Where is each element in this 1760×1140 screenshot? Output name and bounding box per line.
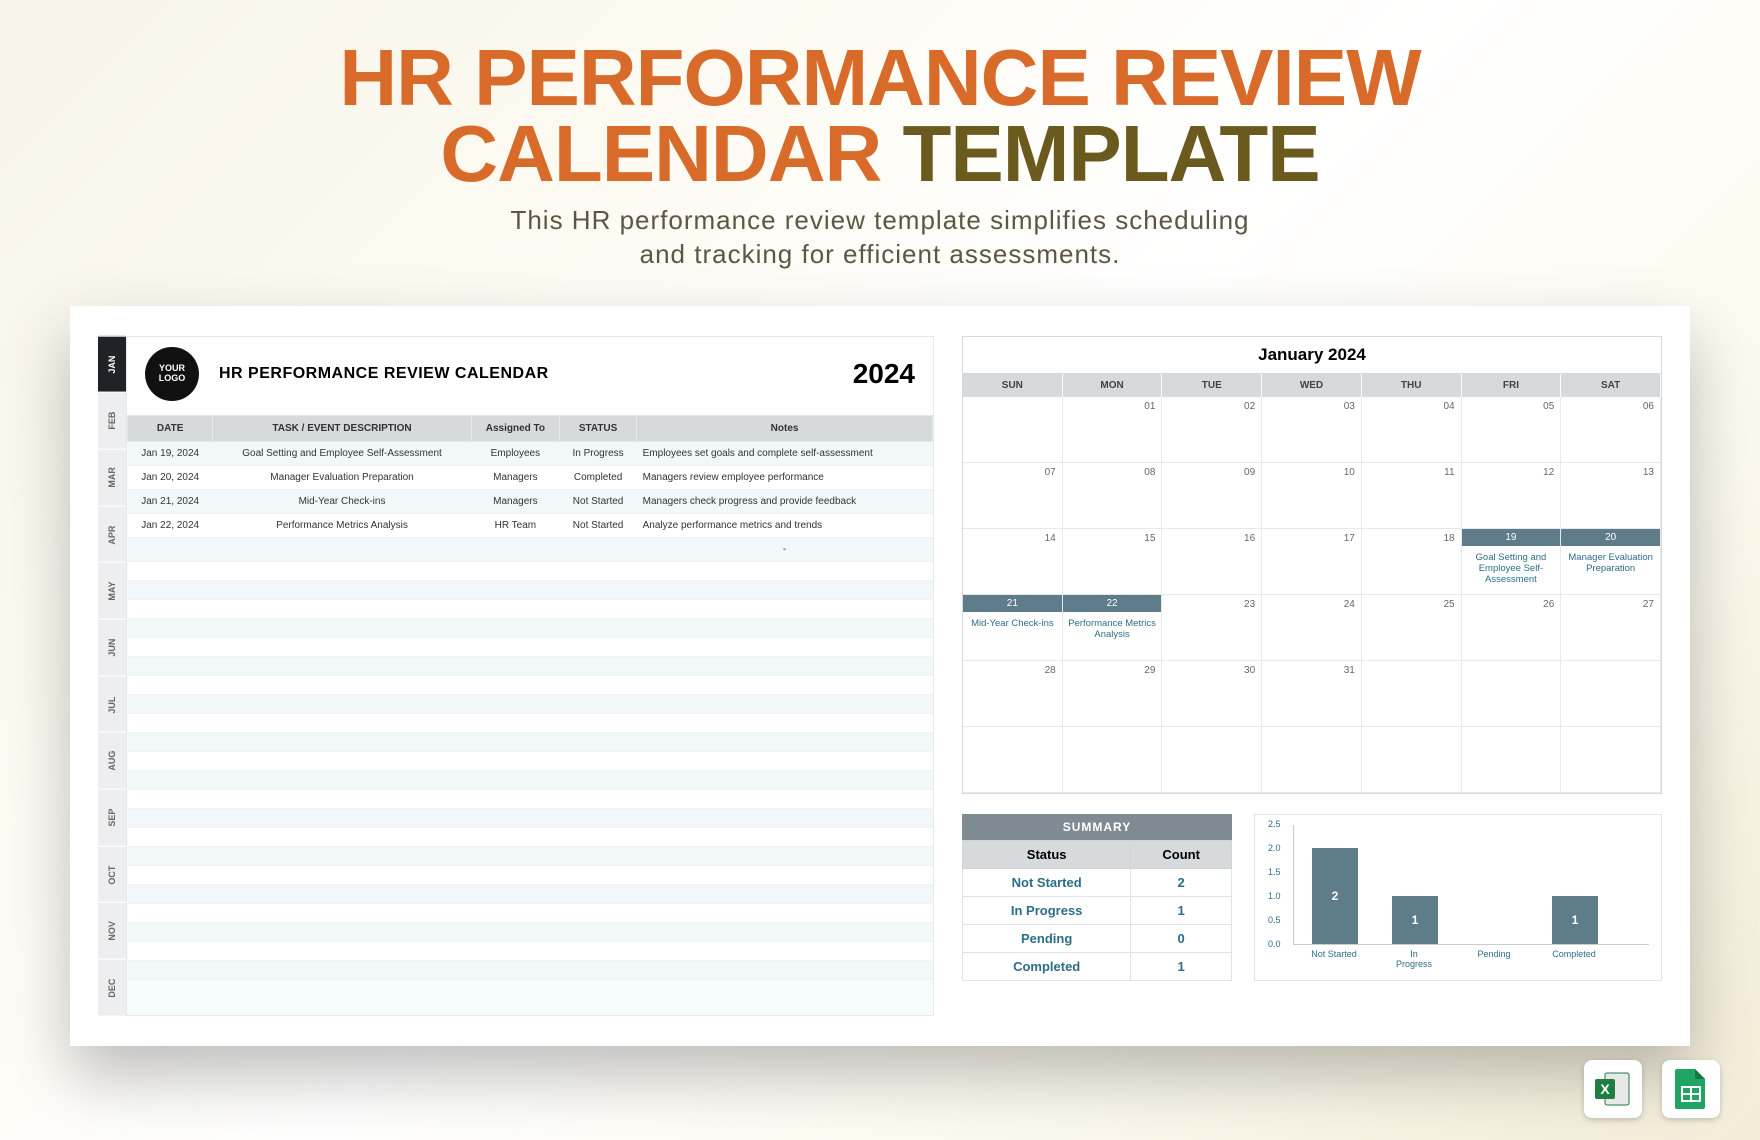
calendar-cell[interactable]: 17 (1262, 529, 1362, 595)
calendar-cell[interactable]: 05 (1462, 397, 1562, 463)
month-tab-aug[interactable]: AUG (98, 732, 126, 789)
calendar-cell[interactable]: 01 (1063, 397, 1163, 463)
task-sheet: JANFEBMARAPRMAYJUNJULAUGSEPOCTNOVDEC YOU… (98, 336, 934, 1016)
calendar-cell[interactable]: 28 (963, 661, 1063, 727)
sheet-title: HR PERFORMANCE REVIEW CALENDAR (219, 365, 549, 383)
calendar: January 2024 SUNMONTUEWEDTHUFRISAT010203… (962, 336, 1662, 794)
calendar-cell[interactable]: 04 (1362, 397, 1462, 463)
month-tab-nov[interactable]: NOV (98, 902, 126, 959)
calendar-cell[interactable] (963, 397, 1063, 463)
calendar-cell[interactable] (1262, 727, 1362, 793)
hero-subtitle: This HR performance review template simp… (70, 204, 1690, 272)
table-row[interactable]: Jan 19, 2024Goal Setting and Employee Se… (128, 441, 933, 465)
summary-row: Not Started2 (963, 868, 1232, 896)
summary-header: SUMMARY (962, 814, 1232, 840)
calendar-cell[interactable]: 25 (1362, 595, 1462, 661)
calendar-cell[interactable] (1362, 661, 1462, 727)
chart-bar: 2 (1312, 848, 1358, 944)
month-tab-sep[interactable]: SEP (98, 789, 126, 846)
month-tab-apr[interactable]: APR (98, 506, 126, 563)
calendar-cell[interactable]: 29 (1063, 661, 1163, 727)
summary-row: In Progress1 (963, 896, 1232, 924)
month-tab-may[interactable]: MAY (98, 562, 126, 619)
month-tab-jul[interactable]: JUL (98, 676, 126, 733)
calendar-cell[interactable] (1063, 727, 1163, 793)
calendar-cell[interactable]: 21Mid-Year Check-ins (963, 595, 1063, 661)
svg-text:X: X (1600, 1081, 1610, 1097)
template-preview-panel: JANFEBMARAPRMAYJUNJULAUGSEPOCTNOVDEC YOU… (70, 306, 1690, 1046)
calendar-cell[interactable]: 07 (963, 463, 1063, 529)
task-table: DATETASK / EVENT DESCRIPTIONAssigned ToS… (127, 415, 933, 980)
month-tab-jan[interactable]: JAN (98, 336, 126, 393)
calendar-cell[interactable]: 24 (1262, 595, 1362, 661)
calendar-cell[interactable]: 20Manager Evaluation Preparation (1561, 529, 1661, 595)
summary-row: Pending0 (963, 924, 1232, 952)
calendar-cell[interactable]: 26 (1462, 595, 1562, 661)
calendar-cell[interactable]: 10 (1262, 463, 1362, 529)
google-sheets-icon (1662, 1060, 1720, 1118)
calendar-cell[interactable] (1162, 727, 1262, 793)
month-tabs: JANFEBMARAPRMAYJUNJULAUGSEPOCTNOVDEC (98, 336, 126, 1016)
chart-bar: 1 (1552, 896, 1598, 944)
calendar-cell[interactable]: 13 (1561, 463, 1661, 529)
calendar-cell[interactable]: 18 (1362, 529, 1462, 595)
calendar-cell[interactable]: 16 (1162, 529, 1262, 595)
month-tab-feb[interactable]: FEB (98, 392, 126, 449)
table-row[interactable]: Jan 21, 2024Mid-Year Check-insManagersNo… (128, 489, 933, 513)
calendar-cell[interactable]: 31 (1262, 661, 1362, 727)
calendar-cell[interactable]: 27 (1561, 595, 1661, 661)
calendar-cell[interactable]: 02 (1162, 397, 1262, 463)
sheet-year: 2024 (853, 358, 915, 390)
calendar-cell[interactable] (1462, 727, 1562, 793)
month-tab-dec[interactable]: DEC (98, 959, 126, 1016)
excel-icon: X (1584, 1060, 1642, 1118)
calendar-cell[interactable]: 23 (1162, 595, 1262, 661)
calendar-cell[interactable]: 30 (1162, 661, 1262, 727)
calendar-cell[interactable] (963, 727, 1063, 793)
calendar-cell[interactable] (1362, 727, 1462, 793)
month-tab-jun[interactable]: JUN (98, 619, 126, 676)
calendar-cell[interactable]: 15 (1063, 529, 1163, 595)
table-row[interactable]: Jan 20, 2024Manager Evaluation Preparati… (128, 465, 933, 489)
calendar-cell[interactable]: 06 (1561, 397, 1661, 463)
month-tab-mar[interactable]: MAR (98, 449, 126, 506)
app-icons: X (1584, 1060, 1720, 1118)
calendar-cell[interactable] (1462, 661, 1562, 727)
hero-title: HR PERFORMANCE REVIEW CALENDAR TEMPLATE (70, 40, 1690, 192)
summary-row: Completed1 (963, 952, 1232, 980)
hero-line1: HR PERFORMANCE REVIEW (70, 40, 1690, 116)
table-row[interactable]: Jan 22, 2024Performance Metrics Analysis… (128, 513, 933, 537)
calendar-cell[interactable]: 12 (1462, 463, 1562, 529)
calendar-cell[interactable]: 09 (1162, 463, 1262, 529)
hero-line2: CALENDAR TEMPLATE (70, 116, 1690, 192)
chart-bar: 1 (1392, 896, 1438, 944)
calendar-cell[interactable]: 14 (963, 529, 1063, 595)
calendar-cell[interactable]: 08 (1063, 463, 1163, 529)
calendar-cell[interactable]: 19Goal Setting and Employee Self-Assessm… (1462, 529, 1562, 595)
calendar-cell[interactable]: 22Performance Metrics Analysis (1063, 595, 1163, 661)
calendar-cell[interactable] (1561, 661, 1661, 727)
month-tab-oct[interactable]: OCT (98, 846, 126, 903)
summary-table: SUMMARY Status Count Not Started2In Prog… (962, 814, 1232, 981)
calendar-title: January 2024 (963, 337, 1661, 374)
status-chart: 0.00.51.01.52.02.5211 Not StartedIn Prog… (1254, 814, 1662, 981)
calendar-cell[interactable] (1561, 727, 1661, 793)
calendar-cell[interactable]: 03 (1262, 397, 1362, 463)
calendar-cell[interactable]: 11 (1362, 463, 1462, 529)
logo-placeholder: YOUR LOGO (145, 347, 199, 401)
